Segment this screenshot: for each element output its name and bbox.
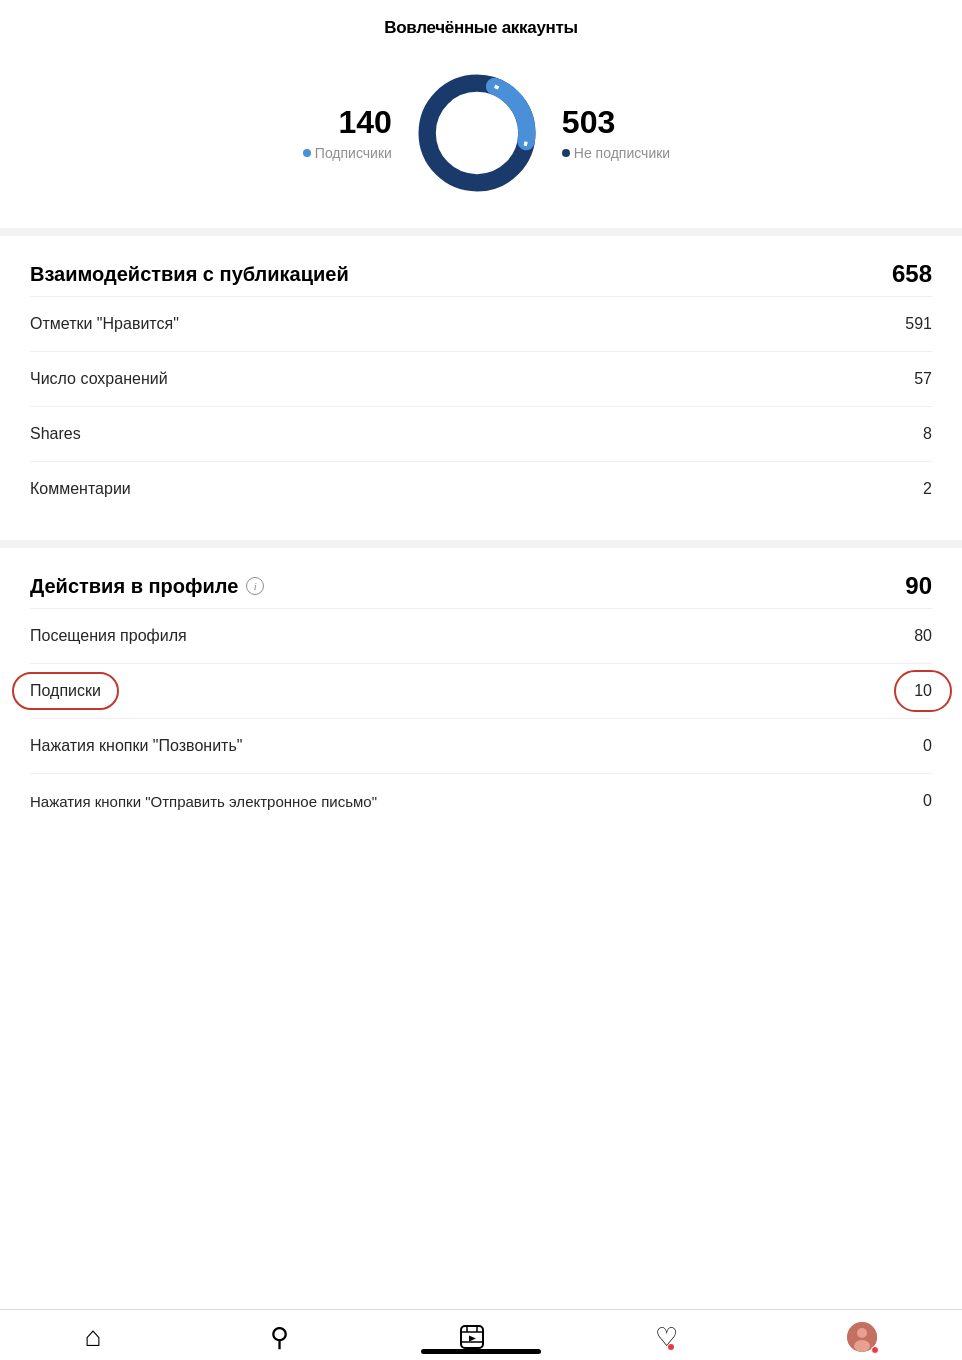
- stat-row-profile-visits: Посещения профиля 80: [30, 608, 932, 663]
- non-followers-count: 503: [562, 105, 615, 140]
- donut-chart: [412, 68, 542, 198]
- subscriptions-value: 10: [914, 682, 932, 700]
- email-button-value: 0: [923, 792, 932, 810]
- stat-row-comments: Комментарии 2: [30, 461, 932, 516]
- profile-actions-title: Действия в профиле: [30, 575, 238, 598]
- non-followers-dot: [562, 149, 570, 157]
- stat-row-shares: Shares 8: [30, 406, 932, 461]
- post-interactions-section: Взаимодействия с публикацией 658 Отметки…: [0, 236, 962, 540]
- non-followers-stat: 503 Не подписчики: [562, 105, 670, 160]
- subscriptions-label: Подписки: [30, 682, 101, 700]
- donut-section: 140 Подписчики 503 Не подписчики: [0, 48, 962, 228]
- info-icon[interactable]: i: [246, 577, 264, 595]
- stat-row-subscriptions: Подписки 10: [30, 663, 932, 718]
- followers-count: 140: [338, 105, 391, 140]
- email-button-label: Нажатия кнопки "Отправить электронное пи…: [30, 793, 377, 810]
- post-interactions-total: 658: [892, 260, 932, 288]
- call-button-value: 0: [923, 737, 932, 755]
- followers-label: Подписчики: [303, 145, 392, 161]
- stat-row-email-button: Нажатия кнопки "Отправить электронное пи…: [30, 773, 932, 828]
- profile-visits-label: Посещения профиля: [30, 627, 187, 645]
- comments-label: Комментарии: [30, 480, 131, 498]
- profile-actions-header: Действия в профиле i 90: [30, 572, 932, 600]
- profile-actions-section: Действия в профиле i 90 Посещения профил…: [0, 548, 962, 852]
- followers-dot: [303, 149, 311, 157]
- saves-label: Число сохранений: [30, 370, 168, 388]
- section-divider-2: [0, 540, 962, 548]
- shares-value: 8: [923, 425, 932, 443]
- profile-visits-value: 80: [914, 627, 932, 645]
- likes-label: Отметки "Нравится": [30, 315, 179, 333]
- page-top-text: Вовлечённые аккаунты: [0, 0, 962, 48]
- call-button-label: Нажатия кнопки "Позвонить": [30, 737, 242, 755]
- stat-row-likes: Отметки "Нравится" 591: [30, 296, 932, 351]
- stat-row-call-button: Нажатия кнопки "Позвонить" 0: [30, 718, 932, 773]
- section-divider-1: [0, 228, 962, 236]
- shares-label: Shares: [30, 425, 81, 443]
- svg-point-2: [438, 94, 516, 172]
- followers-stat: 140 Подписчики: [292, 105, 392, 160]
- profile-actions-total: 90: [905, 572, 932, 600]
- bottom-spacer: [0, 852, 962, 952]
- profile-actions-title-group: Действия в профиле i: [30, 575, 264, 598]
- post-interactions-title: Взаимодействия с публикацией: [30, 263, 349, 286]
- likes-value: 591: [905, 315, 932, 333]
- saves-value: 57: [914, 370, 932, 388]
- post-interactions-header: Взаимодействия с публикацией 658: [30, 260, 932, 288]
- stat-row-saves: Число сохранений 57: [30, 351, 932, 406]
- non-followers-label: Не подписчики: [562, 145, 670, 161]
- comments-value: 2: [923, 480, 932, 498]
